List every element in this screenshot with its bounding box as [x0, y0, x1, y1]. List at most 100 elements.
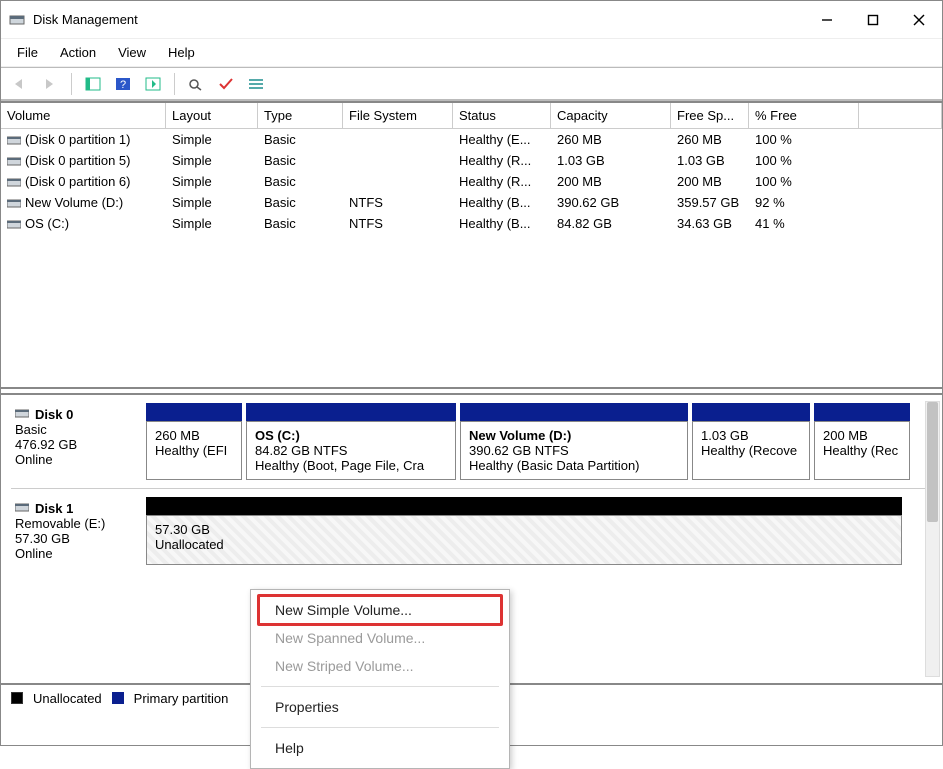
scrollbar-thumb[interactable]: [927, 402, 938, 522]
close-button[interactable]: [896, 1, 942, 39]
volume-layout: Simple: [166, 216, 258, 231]
col-type[interactable]: Type: [258, 103, 343, 128]
ctx-separator: [261, 686, 499, 687]
volume-name: (Disk 0 partition 6): [25, 174, 130, 189]
partition-box[interactable]: New Volume (D:)390.62 GB NTFSHealthy (Ba…: [460, 421, 688, 480]
vertical-scrollbar[interactable]: [925, 401, 940, 677]
col-volume[interactable]: Volume: [1, 103, 166, 128]
volume-row[interactable]: (Disk 0 partition 1)SimpleBasicHealthy (…: [1, 129, 942, 150]
partition-box[interactable]: 57.30 GBUnallocated: [146, 515, 902, 565]
toolbar-check-icon[interactable]: [215, 73, 237, 95]
volume-layout: Simple: [166, 153, 258, 168]
partition-size: 260 MB: [155, 428, 233, 443]
ctx-help[interactable]: Help: [251, 734, 509, 762]
volume-name: (Disk 0 partition 5): [25, 153, 130, 168]
partition-box[interactable]: 1.03 GBHealthy (Recove: [692, 421, 810, 480]
volume-type: Basic: [258, 132, 343, 147]
ctx-properties[interactable]: Properties: [251, 693, 509, 721]
col-pctfree[interactable]: % Free: [749, 103, 859, 128]
toolbar-show-hide-tree-icon[interactable]: [82, 73, 104, 95]
partition-header: [460, 403, 688, 421]
volume-row[interactable]: (Disk 0 partition 5) SimpleBasic Healthy (…: [1, 150, 942, 171]
menu-bar: File Action View Help: [1, 39, 942, 67]
volume-status: Healthy (R...: [453, 153, 551, 168]
minimize-button[interactable]: [804, 1, 850, 39]
volume-type: Basic: [258, 174, 343, 189]
disk-icon: [7, 134, 21, 146]
volume-status: Healthy (R...: [453, 174, 551, 189]
disk-name: Disk 0: [35, 407, 73, 422]
volume-row[interactable]: OS (C:)SimpleBasicNTFSHealthy (B...84.82…: [1, 213, 942, 234]
partition-size: 390.62 GB NTFS: [469, 443, 679, 458]
partition-status: Healthy (Basic Data Partition): [469, 458, 679, 473]
ctx-new-spanned-volume: New Spanned Volume...: [251, 624, 509, 652]
ctx-separator: [261, 727, 499, 728]
volume-list: Volume Layout Type File System Status Ca…: [1, 101, 942, 389]
partition-size: 200 MB: [823, 428, 901, 443]
volume-status: Healthy (B...: [453, 216, 551, 231]
volume-name: (Disk 0 partition 1): [25, 132, 130, 147]
partition-header: [692, 403, 810, 421]
toolbar-separator: [174, 73, 175, 95]
disk-state: Online: [15, 452, 140, 467]
disk-state: Online: [15, 546, 140, 561]
legend-primary: Primary partition: [134, 691, 229, 706]
partition-header: [146, 497, 902, 515]
volume-pctfree: 92 %: [749, 195, 859, 210]
volume-list-header: Volume Layout Type File System Status Ca…: [1, 103, 942, 129]
toolbar-help-icon[interactable]: ?: [112, 73, 134, 95]
disk-info[interactable]: Disk 1Removable (E:)57.30 GBOnline: [11, 497, 146, 565]
partition-title: New Volume (D:): [469, 428, 679, 443]
menu-help[interactable]: Help: [158, 42, 205, 63]
volume-free: 34.63 GB: [671, 216, 749, 231]
volume-row[interactable]: (Disk 0 partition 6)SimpleBasicHealthy (…: [1, 171, 942, 192]
back-button[interactable]: [9, 73, 31, 95]
col-status[interactable]: Status: [453, 103, 551, 128]
disk-info[interactable]: Disk 0Basic476.92 GBOnline: [11, 403, 146, 480]
menu-file[interactable]: File: [7, 42, 48, 63]
disk-size: 476.92 GB: [15, 437, 140, 452]
legend-swatch-unallocated: [11, 692, 23, 704]
partition-strip: 260 MBHealthy (EFIOS (C:)84.82 GB NTFSHe…: [146, 403, 918, 480]
col-filesystem[interactable]: File System: [343, 103, 453, 128]
volume-pctfree: 100 %: [749, 132, 859, 147]
toolbar-separator: [71, 73, 72, 95]
disk-size: 57.30 GB: [15, 531, 140, 546]
disk-icon: [7, 155, 21, 167]
context-menu: New Simple Volume... New Spanned Volume.…: [250, 589, 510, 769]
volume-pctfree: 100 %: [749, 153, 859, 168]
volume-pctfree: 41 %: [749, 216, 859, 231]
disk-row: Disk 0Basic476.92 GBOnline260 MBHealthy …: [1, 395, 942, 488]
maximize-button[interactable]: [850, 1, 896, 39]
disk-icon: [15, 501, 29, 516]
window-title: Disk Management: [33, 12, 804, 27]
volume-capacity: 84.82 GB: [551, 216, 671, 231]
partition-box[interactable]: 200 MBHealthy (Rec: [814, 421, 910, 480]
volume-type: Basic: [258, 153, 343, 168]
disk-icon: [15, 407, 29, 422]
col-layout[interactable]: Layout: [166, 103, 258, 128]
volume-free: 1.03 GB: [671, 153, 749, 168]
forward-button[interactable]: [39, 73, 61, 95]
toolbar-action-list-icon[interactable]: [142, 73, 164, 95]
volume-free: 359.57 GB: [671, 195, 749, 210]
volume-layout: Simple: [166, 132, 258, 147]
toolbar-refresh-icon[interactable]: [185, 73, 207, 95]
partition-size: 57.30 GB: [155, 522, 893, 537]
partition-status: Healthy (EFI: [155, 443, 233, 458]
ctx-new-simple-volume[interactable]: New Simple Volume...: [251, 596, 509, 624]
menu-view[interactable]: View: [108, 42, 156, 63]
partition-box[interactable]: OS (C:)84.82 GB NTFSHealthy (Boot, Page …: [246, 421, 456, 480]
partition-box[interactable]: 260 MBHealthy (EFI: [146, 421, 242, 480]
volume-layout: Simple: [166, 195, 258, 210]
toolbar-list-icon[interactable]: [245, 73, 267, 95]
disk-type: Basic: [15, 422, 140, 437]
volume-type: Basic: [258, 216, 343, 231]
col-capacity[interactable]: Capacity: [551, 103, 671, 128]
volume-row[interactable]: New Volume (D:)SimpleBasicNTFSHealthy (B…: [1, 192, 942, 213]
volume-free: 200 MB: [671, 174, 749, 189]
volume-free: 260 MB: [671, 132, 749, 147]
col-freespace[interactable]: Free Sp...: [671, 103, 749, 128]
partition-status: Healthy (Boot, Page File, Cra: [255, 458, 447, 473]
menu-action[interactable]: Action: [50, 42, 106, 63]
